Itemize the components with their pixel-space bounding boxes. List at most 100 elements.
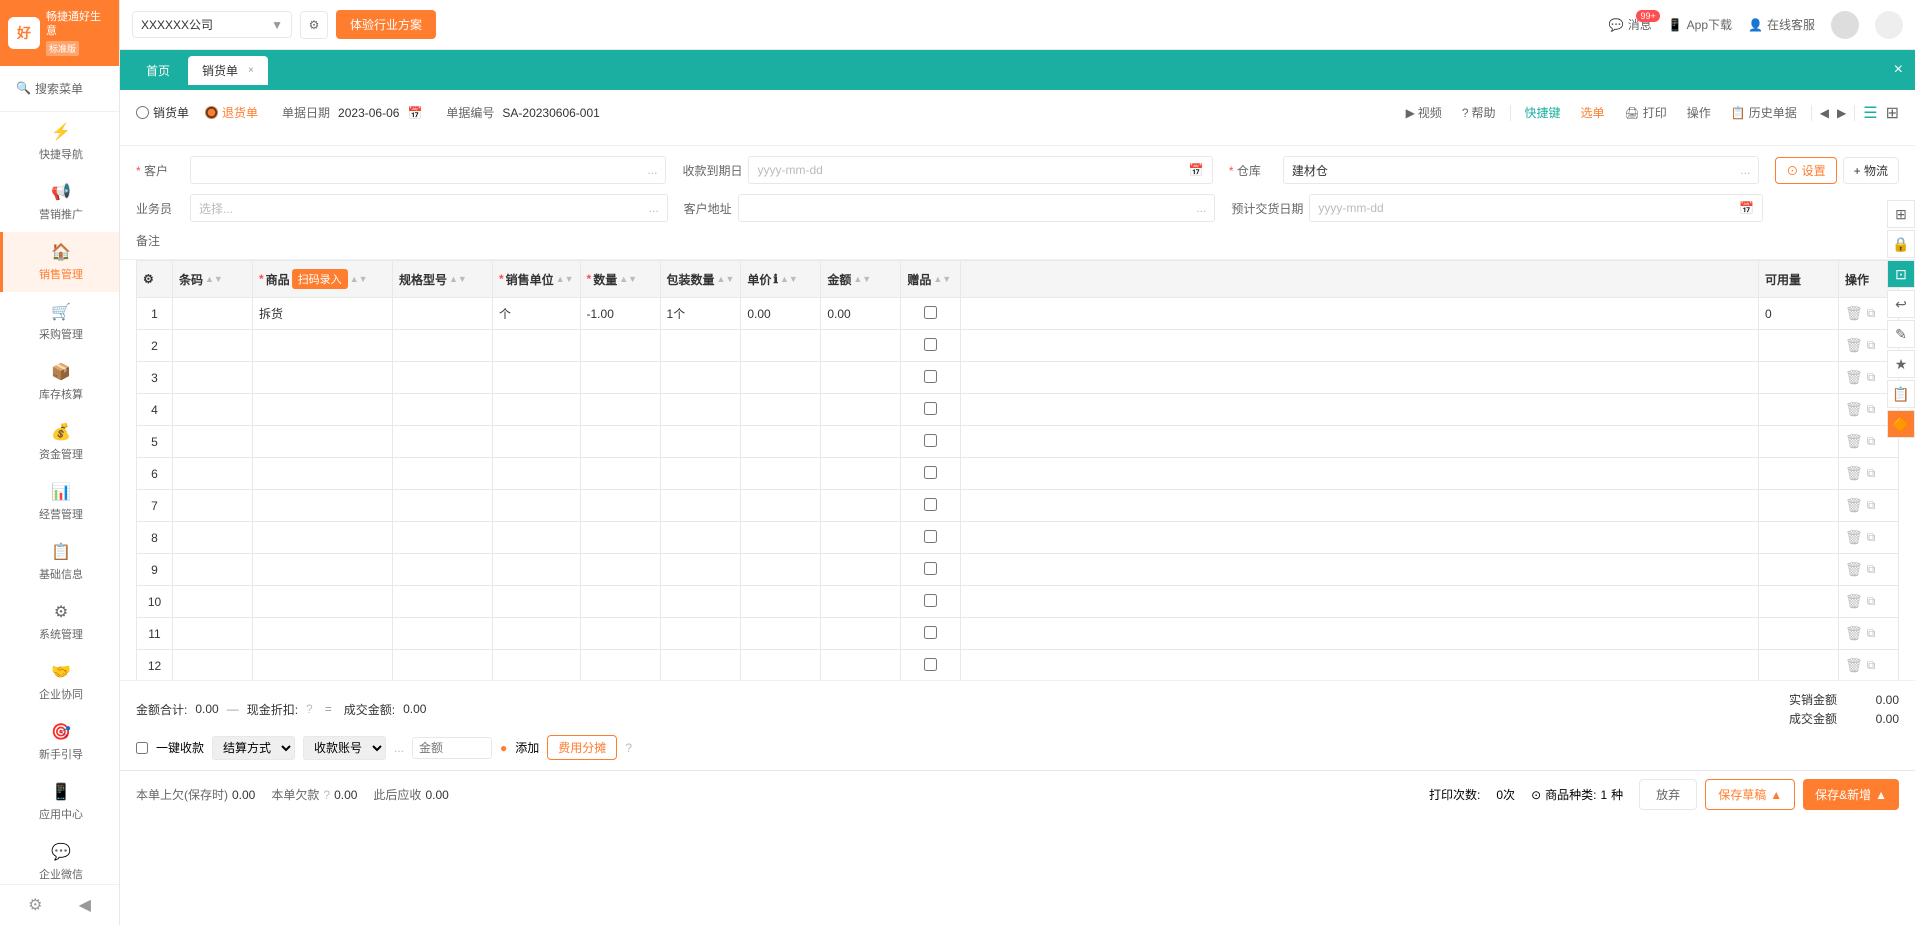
company-selector[interactable]: XXXXXX公司 ▼ [132,11,292,38]
sidebar-item-finance[interactable]: 💰 资金管理 [0,412,119,472]
expense-help-icon[interactable]: ? [625,741,632,755]
delete-icon[interactable]: 🗑 [1845,369,1863,386]
shortcut-button[interactable]: 快捷键 [1519,102,1567,123]
delete-icon[interactable]: 🗑 [1845,657,1863,674]
help-button[interactable]: ? 帮助 [1456,102,1502,123]
row-unit[interactable]: 个 [493,298,581,330]
account-select[interactable]: 收款账号 [303,736,386,760]
copy-icon[interactable]: ⧉ [1867,594,1876,609]
cumulative-debt-help[interactable]: ? [323,788,330,802]
app-download-button[interactable]: 📱 App下载 [1668,16,1732,33]
delete-icon[interactable]: 🗑 [1845,561,1863,578]
sidebar-item-marketing[interactable]: 📢 营销推广 [0,172,119,232]
radio-sales[interactable]: 销货单 [136,104,189,121]
copy-icon[interactable]: ⧉ [1867,338,1876,353]
discount-help-icon[interactable]: ? [306,702,313,716]
staff-input[interactable]: 选择... ... [190,194,668,222]
tab-sales-order[interactable]: 销货单 × [188,56,268,85]
expected-date-input[interactable]: yyyy-mm-dd 📅 [1309,194,1763,222]
customer-input[interactable]: ... [190,156,666,184]
settings-footer-icon[interactable]: ⚙ [28,895,42,915]
th-gear[interactable]: ⚙ [137,261,173,298]
topbar-gear-button[interactable]: ⚙ [300,11,328,39]
right-tool-2[interactable]: 🔒 [1887,230,1915,258]
nav-prev-icon[interactable]: ◀ [1820,106,1829,120]
history-button[interactable]: 📋 历史单据 [1725,102,1803,123]
table-gear-icon[interactable]: ⚙ [143,272,154,286]
row-price[interactable]: 0.00 [741,298,821,330]
collapse-icon[interactable]: ◀ [79,895,91,915]
copy-icon[interactable]: ⧉ [1867,370,1876,385]
copy-icon[interactable]: ⧉ [1867,658,1876,673]
row-qty[interactable]: -1.00 [580,298,660,330]
sidebar-item-app[interactable]: 📱 应用中心 [0,772,119,832]
scan-button[interactable]: 扫码录入 [292,269,348,289]
row-gift[interactable] [901,298,961,330]
amount-input[interactable] [412,737,492,759]
sidebar-item-operations[interactable]: 📊 经营管理 [0,472,119,532]
copy-icon[interactable]: ⧉ [1867,402,1876,417]
calendar-icon[interactable]: 📅 [407,106,422,120]
radio-return-input[interactable] [205,106,218,119]
save-draft-button[interactable]: 保存草稿 ▲ [1705,779,1795,810]
calc-method-select[interactable]: 结算方式 [212,736,295,760]
expense-button[interactable]: 费用分摊 [547,735,617,760]
messages-button[interactable]: 💬 消息 99+ [1609,16,1652,33]
delete-row-icon[interactable]: 🗑 [1845,305,1863,322]
operate-button[interactable]: 操作 [1681,102,1717,123]
tab-home[interactable]: 首页 [132,56,184,85]
delete-icon[interactable]: 🗑 [1845,337,1863,354]
video-button[interactable]: ▶ 视频 [1400,102,1448,123]
copy-row-icon[interactable]: ⧉ [1867,306,1876,321]
row-pkgqty[interactable]: 1个 [660,298,741,330]
logistics-button[interactable]: + 物流 [1843,157,1899,184]
settings-button[interactable]: ⊙ 设置 [1775,157,1836,184]
view-grid-icon[interactable]: ⊞ [1886,103,1899,123]
sidebar-item-wechat[interactable]: 💬 企业微信 [0,832,119,884]
add-payment-icon[interactable]: ● [500,741,507,755]
right-tool-8[interactable]: 🔶 [1887,410,1915,438]
copy-icon[interactable]: ⧉ [1867,626,1876,641]
delete-icon[interactable]: 🗑 [1845,593,1863,610]
copy-icon[interactable]: ⧉ [1867,498,1876,513]
sidebar-item-purchase[interactable]: 🛒 采购管理 [0,292,119,352]
view-list-icon[interactable]: ☰ [1863,103,1877,123]
warehouse-input[interactable]: 建材仓 ... [1283,156,1759,184]
select-button[interactable]: 选单 [1575,102,1611,123]
close-window-icon[interactable]: × [1894,61,1903,79]
abandon-button[interactable]: 放弃 [1639,779,1697,810]
radio-return[interactable]: 退货单 [205,104,258,121]
delete-icon[interactable]: 🗑 [1845,433,1863,450]
delete-icon[interactable]: 🗑 [1845,625,1863,642]
sidebar-item-enterprise[interactable]: 🤝 企业协同 [0,652,119,712]
sidebar-item-guide[interactable]: 🎯 新手引导 [0,712,119,772]
online-service-button[interactable]: 👤 在线客服 [1748,16,1815,33]
payment-date-input[interactable]: yyyy-mm-dd 📅 [748,156,1212,184]
avatar-secondary[interactable] [1875,11,1903,39]
right-tool-5[interactable]: ✎ [1887,320,1915,348]
right-tool-6[interactable]: ★ [1887,350,1915,378]
print-button[interactable]: 🖨 打印 [1619,102,1673,123]
copy-icon[interactable]: ⧉ [1867,530,1876,545]
trial-button[interactable]: 体验行业方案 [336,10,436,39]
row-product[interactable]: 拆货 [253,298,393,330]
avatar[interactable] [1831,11,1859,39]
one-click-pay-checkbox[interactable] [136,742,148,754]
sidebar-item-inventory[interactable]: 📦 库存核算 [0,352,119,412]
delete-icon[interactable]: 🗑 [1845,497,1863,514]
row-spec[interactable] [393,298,493,330]
save-new-button[interactable]: 保存&新增 ▲ [1803,779,1899,810]
right-tool-4[interactable]: ↩ [1887,290,1915,318]
copy-icon[interactable]: ⧉ [1867,466,1876,481]
customer-addr-input[interactable]: ... [738,194,1216,222]
delete-icon[interactable]: 🗑 [1845,465,1863,482]
delete-icon[interactable]: 🗑 [1845,529,1863,546]
row-barcode[interactable] [173,298,253,330]
sidebar-item-sales[interactable]: 🏠 销售管理 [0,232,119,292]
copy-icon[interactable]: ⧉ [1867,434,1876,449]
search-menu-item[interactable]: 🔍 搜索菜单 [8,74,111,103]
nav-next-icon[interactable]: ▶ [1837,106,1846,120]
sidebar-item-system[interactable]: ⚙ 系统管理 [0,592,119,652]
tab-close-icon[interactable]: × [248,65,254,76]
right-tool-1[interactable]: ⊞ [1887,200,1915,228]
